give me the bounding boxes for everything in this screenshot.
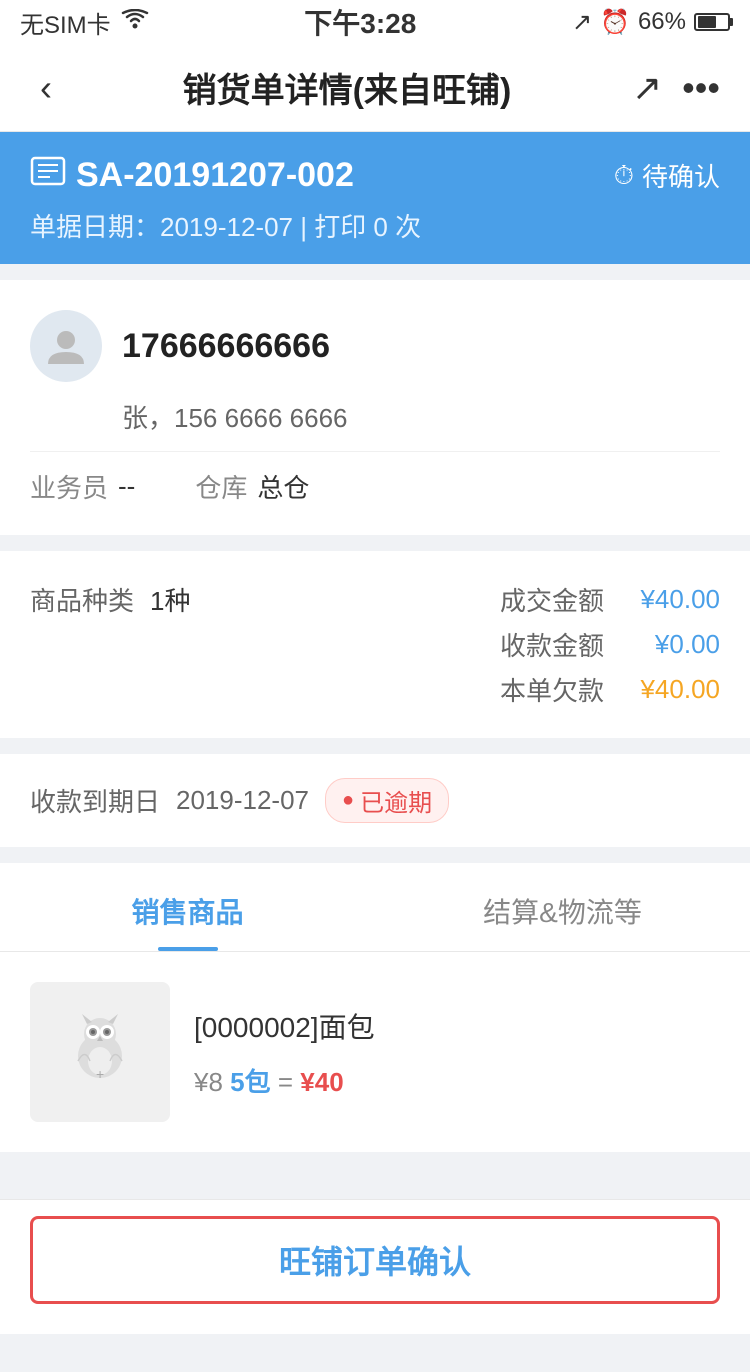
back-button[interactable]: ‹ — [30, 57, 62, 119]
page-title: 销货单详情(来自旺铺) — [183, 63, 512, 112]
location-icon: ↗ — [572, 8, 592, 37]
summary-value-0: ¥40.00 — [620, 584, 720, 615]
customer-details: 张，156 6666 6666 — [30, 398, 720, 435]
customer-name-text: 张，156 6666 6666 — [122, 398, 348, 435]
status-time: 下午3:28 — [304, 2, 416, 42]
svg-text:+: + — [96, 1066, 104, 1082]
more-icon[interactable]: ••• — [682, 67, 720, 109]
customer-header: 17666666666 — [30, 310, 720, 382]
order-header-top: SA-20191207-002 ⏱ 待确认 — [30, 156, 720, 195]
order-icon — [30, 156, 66, 195]
summary-value-2: ¥40.00 — [620, 674, 720, 705]
battery-icon — [694, 13, 730, 31]
overdue-badge: ● 已逾期 — [325, 778, 449, 823]
order-header: SA-20191207-002 ⏱ 待确认 单据日期：2019-12-07 | … — [0, 132, 750, 264]
alarm-icon: ⏰ — [600, 8, 630, 37]
avatar — [30, 310, 102, 382]
summary-label-2: 本单欠款 — [500, 671, 604, 708]
confirm-order-button[interactable]: 旺铺订单确认 — [30, 1216, 720, 1304]
total-value: ¥40 — [300, 1067, 343, 1097]
order-date: 单据日期：2019-12-07 | 打印 0 次 — [30, 207, 720, 244]
product-section: + [0000002]面包 ¥8 5包 = ¥40 — [0, 952, 750, 1152]
summary-right: 成交金额 ¥40.00 收款金额 ¥0.00 本单欠款 ¥40.00 — [500, 581, 720, 708]
order-number: SA-20191207-002 — [30, 156, 354, 195]
customer-card: 17666666666 张，156 6666 6666 业务员 -- 仓库 总仓 — [0, 280, 750, 535]
tab-settlement[interactable]: 结算&物流等 — [375, 863, 750, 951]
product-info: [0000002]面包 ¥8 5包 = ¥40 — [194, 1006, 720, 1099]
customer-phone: 17666666666 — [122, 327, 330, 366]
warehouse-value: 总仓 — [257, 468, 309, 505]
product-item: + [0000002]面包 ¥8 5包 = ¥40 — [30, 982, 720, 1122]
summary-card: 商品种类 1种 成交金额 ¥40.00 收款金额 ¥0.00 本单欠款 ¥40.… — [0, 551, 750, 738]
order-status: ⏱ 待确认 — [614, 157, 720, 194]
summary-item-0: 成交金额 ¥40.00 — [500, 581, 720, 618]
customer-meta: 业务员 -- 仓库 总仓 — [30, 468, 720, 505]
summary-label-0: 成交金额 — [500, 581, 604, 618]
summary-value-1: ¥0.00 — [620, 629, 720, 660]
nav-actions: ↗ ••• — [632, 67, 720, 109]
summary-item-1: 收款金额 ¥0.00 — [500, 626, 720, 663]
carrier-text: 无SIM卡 — [20, 5, 111, 40]
tab-sales-products[interactable]: 销售商品 — [0, 863, 375, 951]
category-label: 商品种类 — [30, 581, 134, 618]
wifi-icon — [121, 8, 149, 36]
overdue-text: 已逾期 — [360, 783, 432, 818]
status-bar: 无SIM卡 下午3:28 ↗ ⏰ 66% — [0, 0, 750, 44]
status-time-icon: ⏱ — [614, 160, 634, 192]
due-date-card: 收款到期日 2019-12-07 ● 已逾期 — [0, 754, 750, 847]
divider — [30, 451, 720, 452]
warehouse-label: 仓库 — [195, 468, 247, 505]
warehouse-item: 仓库 总仓 — [195, 468, 309, 505]
sales-rep-label: 业务员 — [30, 468, 108, 505]
overdue-icon: ● — [342, 789, 354, 812]
equals-sign: = — [278, 1067, 300, 1097]
status-text: 待确认 — [642, 157, 720, 194]
share-icon[interactable]: ↗ — [632, 67, 662, 109]
battery-text: 66% — [638, 8, 686, 36]
status-right: ↗ ⏰ 66% — [572, 8, 730, 37]
tabs: 销售商品 结算&物流等 — [0, 863, 750, 952]
nav-bar: ‹ 销货单详情(来自旺铺) ↗ ••• — [0, 44, 750, 132]
summary-label-1: 收款金额 — [500, 626, 604, 663]
due-date-value: 2019-12-07 — [176, 785, 309, 816]
product-owl-logo: + — [60, 1006, 140, 1098]
price-value: ¥8 — [194, 1067, 223, 1097]
bottom-bar: 旺铺订单确认 — [0, 1199, 750, 1334]
product-price: ¥8 5包 = ¥40 — [194, 1062, 720, 1099]
sales-rep-item: 业务员 -- — [30, 468, 135, 505]
product-image: + — [30, 982, 170, 1122]
product-name: [0000002]面包 — [194, 1006, 720, 1046]
customer-name-row: 张，156 6666 6666 — [122, 398, 720, 435]
quantity-value: 5包 — [230, 1067, 270, 1097]
status-left: 无SIM卡 — [20, 5, 149, 40]
sales-rep-value: -- — [118, 471, 135, 502]
summary-left: 商品种类 1种 — [30, 581, 190, 618]
summary-item-2: 本单欠款 ¥40.00 — [500, 671, 720, 708]
due-date-label: 收款到期日 — [30, 782, 160, 819]
category-count: 1种 — [150, 581, 190, 618]
